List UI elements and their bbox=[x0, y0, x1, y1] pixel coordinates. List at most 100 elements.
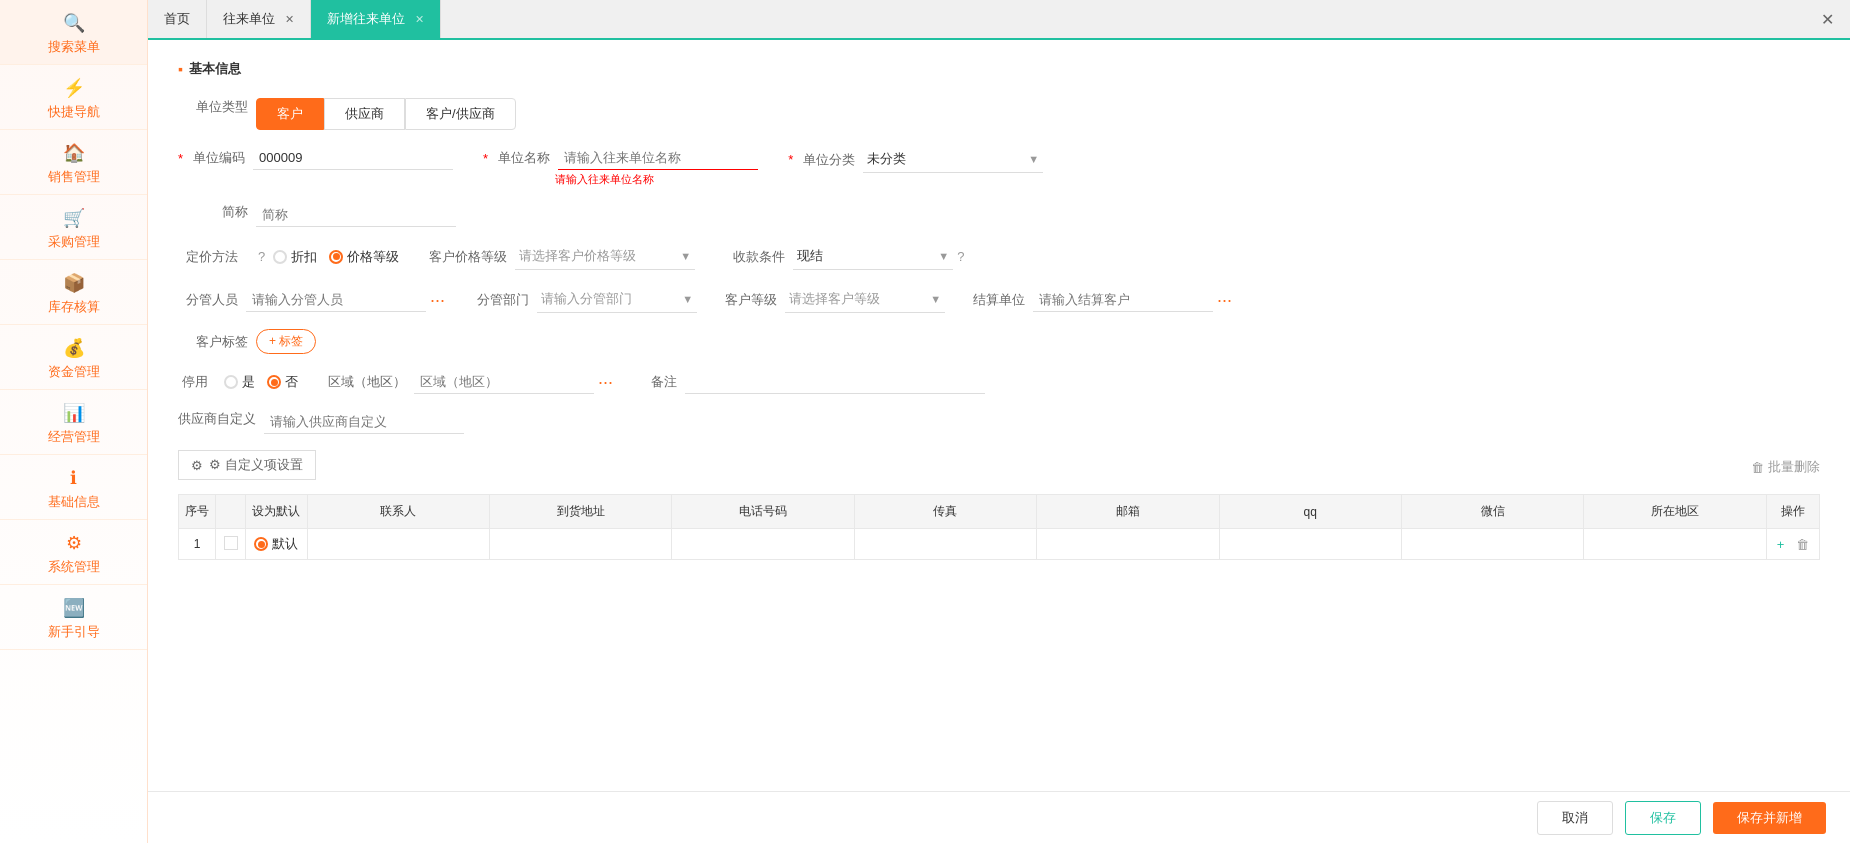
cancel-button[interactable]: 取消 bbox=[1537, 801, 1613, 835]
customer-tag-label: 客户标签 bbox=[178, 333, 248, 351]
delivery-input[interactable] bbox=[496, 537, 665, 552]
pricing-radio-discount[interactable]: 折扣 bbox=[273, 248, 317, 266]
sidebar-item-search[interactable]: 🔍 搜索菜单 bbox=[0, 0, 147, 65]
remark-input[interactable] bbox=[685, 370, 985, 394]
payment-question-icon[interactable]: ? bbox=[957, 249, 964, 264]
unit-code-group: * 单位编码 bbox=[178, 146, 453, 170]
cell-fax[interactable] bbox=[854, 529, 1036, 560]
tab-new-contact-close[interactable]: ✕ bbox=[415, 13, 424, 26]
customer-level-label: 客户等级 bbox=[717, 291, 777, 309]
save-new-button[interactable]: 保存并新增 bbox=[1713, 802, 1826, 834]
manager-label: 分管人员 bbox=[178, 291, 238, 309]
unit-type-label: 单位类型 bbox=[178, 98, 248, 116]
pricing-radio-level[interactable]: 价格等级 bbox=[329, 248, 399, 266]
window-close-button[interactable]: ✕ bbox=[1805, 10, 1850, 29]
tab-contacts-close[interactable]: ✕ bbox=[285, 13, 294, 26]
qq-input[interactable] bbox=[1226, 537, 1395, 552]
cell-action: + 🗑 bbox=[1766, 529, 1819, 560]
supplier-custom-label: 供应商自定义 bbox=[178, 410, 256, 428]
sidebar-item-quick-nav[interactable]: ⚡ 快捷导航 bbox=[0, 65, 147, 130]
sidebar-item-label: 快捷导航 bbox=[48, 103, 100, 121]
region-more-btn[interactable]: ··· bbox=[594, 373, 617, 391]
supplier-custom-input[interactable] bbox=[264, 410, 464, 434]
tab-home[interactable]: 首页 bbox=[148, 0, 207, 38]
purchase-icon: 🛒 bbox=[63, 207, 85, 229]
row-default-radio[interactable]: 默认 bbox=[252, 535, 300, 553]
payment-terms-chevron: ▼ bbox=[938, 250, 949, 262]
form-row-shortname: 简称 bbox=[178, 203, 1820, 227]
sidebar-item-label: 采购管理 bbox=[48, 233, 100, 251]
cell-checkbox[interactable] bbox=[216, 529, 246, 560]
operations-icon: 📊 bbox=[63, 402, 85, 424]
pricing-radio-group: 折扣 价格等级 bbox=[273, 248, 399, 266]
cell-region[interactable] bbox=[1584, 529, 1766, 560]
phone-input[interactable] bbox=[678, 537, 847, 552]
batch-delete-button[interactable]: 🗑 批量删除 bbox=[1751, 458, 1820, 476]
sidebar-item-sales[interactable]: 🏠 销售管理 bbox=[0, 130, 147, 195]
department-placeholder: 请输入分管部门 bbox=[541, 290, 678, 308]
cell-email[interactable] bbox=[1037, 529, 1219, 560]
cell-no: 1 bbox=[179, 529, 216, 560]
col-fax: 传真 bbox=[854, 495, 1036, 529]
inventory-icon: 📦 bbox=[63, 272, 85, 294]
settlement-unit-input[interactable] bbox=[1033, 288, 1213, 312]
settlement-more-btn[interactable]: ··· bbox=[1213, 291, 1236, 309]
pricing-question-icon[interactable]: ? bbox=[258, 249, 265, 264]
pricing-method-group: 定价方法 ? 折扣 价格等级 bbox=[178, 248, 399, 266]
contact-input[interactable] bbox=[314, 537, 483, 552]
unit-btn-customer[interactable]: 客户 bbox=[256, 98, 324, 130]
fax-input[interactable] bbox=[861, 537, 1030, 552]
save-button[interactable]: 保存 bbox=[1625, 801, 1701, 835]
region-group: 区域（地区） ··· bbox=[328, 370, 617, 394]
unit-category-select[interactable]: 未分类 ▼ bbox=[863, 146, 1043, 173]
cell-delivery[interactable] bbox=[490, 529, 672, 560]
manager-input[interactable] bbox=[246, 288, 426, 312]
sidebar-item-label: 资金管理 bbox=[48, 363, 100, 381]
manager-more-btn[interactable]: ··· bbox=[426, 291, 449, 309]
short-name-input[interactable] bbox=[256, 203, 456, 227]
add-tag-button[interactable]: + 标签 bbox=[256, 329, 316, 354]
unit-btn-both[interactable]: 客户/供应商 bbox=[405, 98, 516, 130]
customer-level-select[interactable]: 请选择客户等级 ▼ bbox=[785, 286, 945, 313]
col-phone: 电话号码 bbox=[672, 495, 854, 529]
wechat-input[interactable] bbox=[1408, 537, 1577, 552]
col-delivery-addr: 到货地址 bbox=[490, 495, 672, 529]
sidebar-item-basic-info[interactable]: ℹ 基础信息 bbox=[0, 455, 147, 520]
col-email: 邮箱 bbox=[1037, 495, 1219, 529]
delete-row-btn[interactable]: 🗑 bbox=[1796, 537, 1809, 552]
disabled-radio-yes[interactable]: 是 bbox=[224, 373, 255, 391]
cell-qq[interactable] bbox=[1219, 529, 1401, 560]
sidebar-item-inventory[interactable]: 📦 库存核算 bbox=[0, 260, 147, 325]
department-select[interactable]: 请输入分管部门 ▼ bbox=[537, 286, 697, 313]
sidebar: 🔍 搜索菜单 ⚡ 快捷导航 🏠 销售管理 🛒 采购管理 📦 库存核算 💰 资金管… bbox=[0, 0, 148, 843]
department-chevron: ▼ bbox=[682, 293, 693, 305]
unit-name-error: 请输入往来单位名称 bbox=[555, 172, 654, 187]
row-region-input[interactable] bbox=[1590, 537, 1759, 552]
payment-terms-select[interactable]: 现结 ▼ bbox=[793, 243, 953, 270]
sidebar-item-new-guide[interactable]: 🆕 新手引导 bbox=[0, 585, 147, 650]
custom-settings-button[interactable]: ⚙ ⚙ 自定义项设置 bbox=[178, 450, 316, 480]
sidebar-item-purchase[interactable]: 🛒 采购管理 bbox=[0, 195, 147, 260]
tab-new-contact[interactable]: 新增往来单位 ✕ bbox=[311, 0, 441, 38]
region-input[interactable] bbox=[414, 370, 594, 394]
sidebar-item-finance[interactable]: 💰 资金管理 bbox=[0, 325, 147, 390]
unit-btn-supplier[interactable]: 供应商 bbox=[324, 98, 405, 130]
disabled-radio-no[interactable]: 否 bbox=[267, 373, 298, 391]
remark-group: 备注 bbox=[647, 370, 985, 394]
cell-contact[interactable] bbox=[307, 529, 489, 560]
cell-default: 默认 bbox=[246, 529, 307, 560]
form-row-tag: 客户标签 + 标签 bbox=[178, 329, 1820, 354]
sidebar-item-label: 基础信息 bbox=[48, 493, 100, 511]
sidebar-item-system[interactable]: ⚙ 系统管理 bbox=[0, 520, 147, 585]
unit-name-input[interactable] bbox=[558, 146, 758, 170]
tab-contacts[interactable]: 往来单位 ✕ bbox=[207, 0, 311, 38]
sidebar-item-operations[interactable]: 📊 经营管理 bbox=[0, 390, 147, 455]
email-input[interactable] bbox=[1043, 537, 1212, 552]
cell-phone[interactable] bbox=[672, 529, 854, 560]
add-row-btn[interactable]: + bbox=[1777, 537, 1785, 552]
disabled-group: 停用 是 否 bbox=[178, 373, 298, 391]
customer-price-level-select[interactable]: 请选择客户价格等级 ▼ bbox=[515, 243, 695, 270]
new-guide-icon: 🆕 bbox=[63, 597, 85, 619]
cell-wechat[interactable] bbox=[1401, 529, 1583, 560]
unit-code-input[interactable] bbox=[253, 146, 453, 170]
